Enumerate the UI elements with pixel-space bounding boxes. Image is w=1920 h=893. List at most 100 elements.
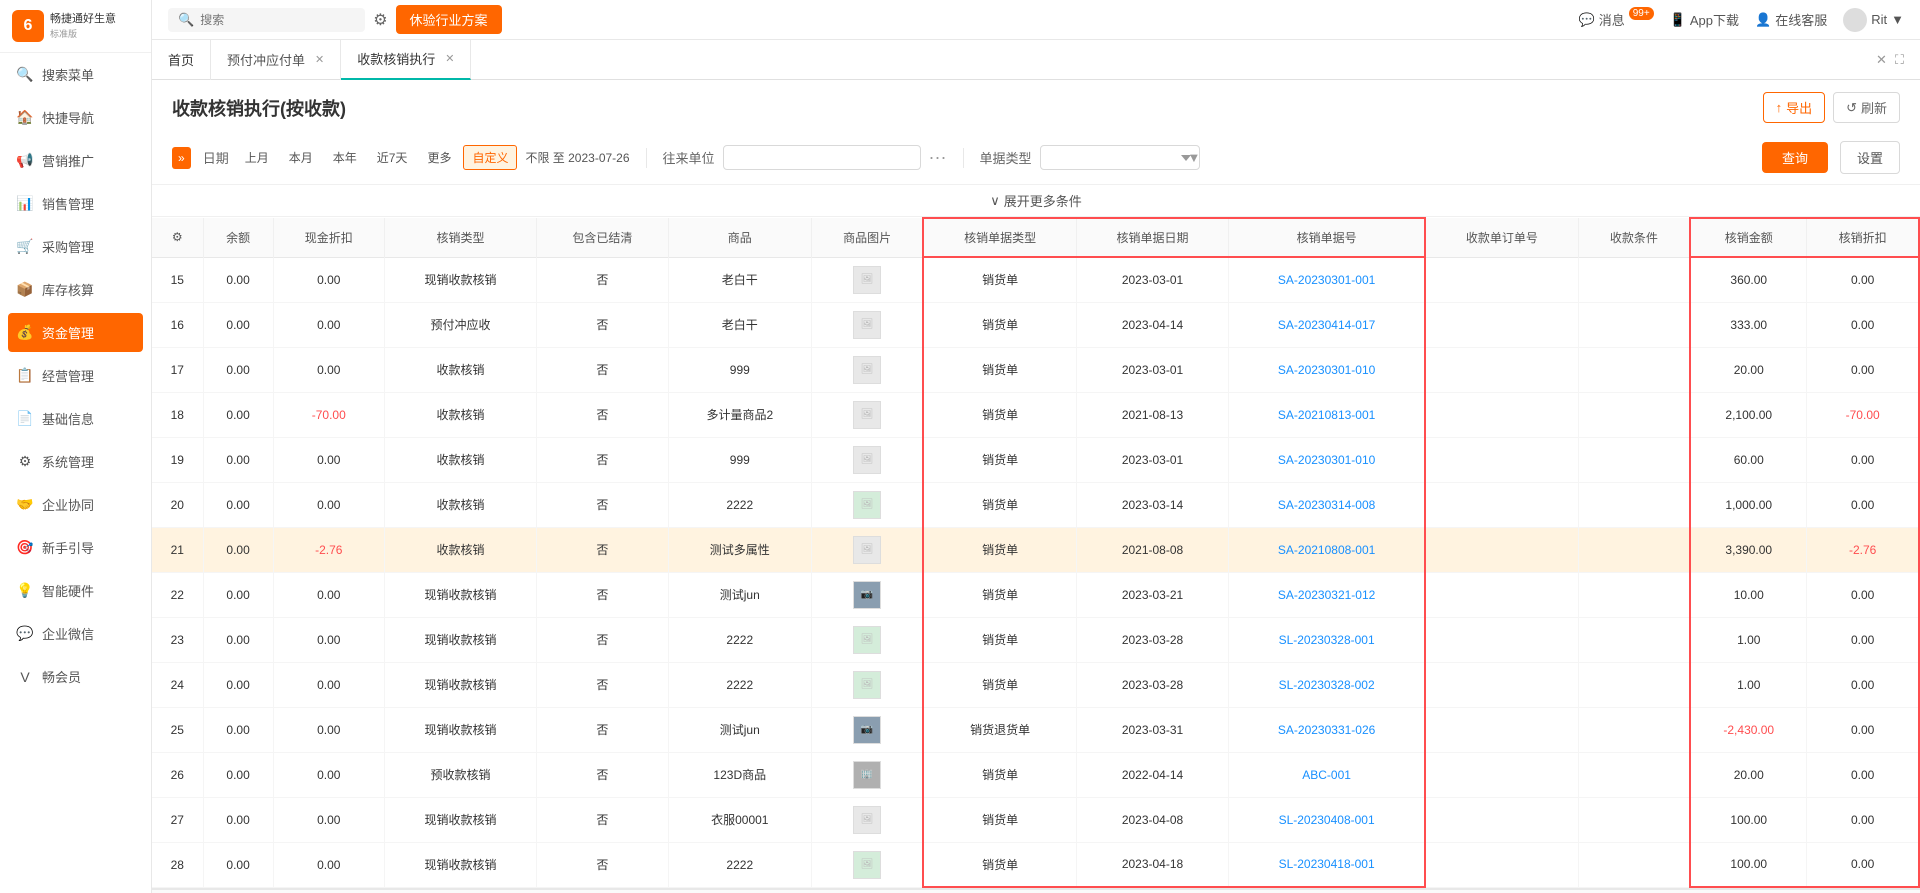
cell-cash-discount: 0.00 xyxy=(273,302,384,347)
tab-writeoff-close[interactable]: ✕ xyxy=(445,52,454,65)
setting-button[interactable]: 设置 xyxy=(1840,141,1900,174)
this-year-btn[interactable]: 本年 xyxy=(325,145,365,170)
cell-writeoff-doc-no-link[interactable]: SL-20230328-001 xyxy=(1279,633,1375,647)
app-name: 畅捷通好生意 xyxy=(50,12,116,26)
cell-writeoff-doc-no-link[interactable]: SA-20230301-010 xyxy=(1278,363,1375,377)
tab-home[interactable]: 首页 xyxy=(152,40,211,80)
cell-writeoff-doc-no-link[interactable]: SL-20230328-002 xyxy=(1279,678,1375,692)
sidebar-item-marketing[interactable]: 📢 营销推广 xyxy=(0,139,151,182)
search-input[interactable] xyxy=(200,13,355,27)
messages-button[interactable]: 💬 消息 99+ xyxy=(1579,10,1654,29)
tab-prepay[interactable]: 预付冲应付单 ✕ xyxy=(211,40,341,80)
sidebar-item-system[interactable]: ⚙ 系统管理 xyxy=(0,440,151,483)
more-date-btn[interactable]: 更多 xyxy=(419,145,459,170)
expand-button[interactable]: ∨ 展开更多条件 xyxy=(990,191,1082,210)
sidebar-item-search[interactable]: 🔍 搜索菜单 xyxy=(0,53,151,96)
unit-input[interactable] xyxy=(723,145,921,170)
sidebar-item-label: 销售管理 xyxy=(42,194,94,213)
close-all-icon[interactable]: ✕ xyxy=(1876,52,1887,68)
cell-writeoff-doc-date: 2023-03-28 xyxy=(1076,662,1228,707)
cell-writeoff-doc-no-link[interactable]: ABC-001 xyxy=(1302,768,1351,782)
cell-writeoff-doc-no: SA-20230314-008 xyxy=(1229,482,1426,527)
cell-receipt-order-no xyxy=(1425,527,1578,572)
cell-writeoff-doc-no-link[interactable]: SA-20230314-008 xyxy=(1278,498,1375,512)
cell-writeoff-type: 预付冲应收 xyxy=(384,302,536,347)
cell-include-settled: 否 xyxy=(537,302,669,347)
cell-goods: 2222 xyxy=(668,617,811,662)
sidebar-item-label: 新手引导 xyxy=(42,538,94,557)
cell-writeoff-amount: 1.00 xyxy=(1690,662,1807,707)
sidebar-item-label: 营销推广 xyxy=(42,151,94,170)
cell-receipt-order-no xyxy=(1425,437,1578,482)
sidebar-item-label: 系统管理 xyxy=(42,452,94,471)
cell-writeoff-discount: 0.00 xyxy=(1807,662,1919,707)
table-row: 160.000.00预付冲应收否老白干🖼销货单2023-04-14SA-2023… xyxy=(152,302,1919,347)
sidebar-item-hardware[interactable]: 💡 智能硬件 xyxy=(0,569,151,612)
cell-writeoff-doc-no-link[interactable]: SA-20230301-001 xyxy=(1278,273,1375,287)
sidebar-item-wechat[interactable]: 💬 企业微信 xyxy=(0,612,151,655)
table-row: 260.000.00预收款核销否123D商品🏢销货单2022-04-14ABC-… xyxy=(152,752,1919,797)
col-settings[interactable]: ⚙ xyxy=(152,218,203,257)
filter-toggle-button[interactable]: » xyxy=(172,147,191,169)
cell-writeoff-doc-type: 销货单 xyxy=(923,662,1076,707)
ellipsis-icon[interactable]: ··· xyxy=(929,147,947,168)
this-month-btn[interactable]: 本月 xyxy=(281,145,321,170)
sidebar-item-inventory[interactable]: 📦 库存核算 xyxy=(0,268,151,311)
sidebar-item-finance[interactable]: 💰 资金管理 xyxy=(8,313,143,352)
refresh-button[interactable]: ↺ 刷新 xyxy=(1833,92,1900,123)
sidebar-item-collab[interactable]: 🤝 企业协同 xyxy=(0,483,151,526)
cell-writeoff-doc-no-link[interactable]: SA-20230301-010 xyxy=(1278,453,1375,467)
cell-writeoff-doc-no-link[interactable]: SA-20230331-026 xyxy=(1278,723,1375,737)
gear-icon[interactable]: ⚙ xyxy=(373,10,387,30)
cell-writeoff-doc-no-link[interactable]: SL-20230418-001 xyxy=(1279,857,1375,871)
cell-writeoff-doc-type: 销货单 xyxy=(923,842,1076,887)
cell-receipt-condition xyxy=(1578,392,1690,437)
user-menu[interactable]: Rit ▼ xyxy=(1843,8,1904,32)
sidebar-item-quick-nav[interactable]: 🏠 快捷导航 xyxy=(0,96,151,139)
cell-writeoff-discount: -2.76 xyxy=(1807,527,1919,572)
cell-writeoff-doc-type: 销货单 xyxy=(923,797,1076,842)
cell-writeoff-doc-no-link[interactable]: SA-20210813-001 xyxy=(1278,408,1375,422)
tab-prepay-close[interactable]: ✕ xyxy=(315,53,324,66)
col-writeoff-discount: 核销折扣 xyxy=(1807,218,1919,257)
cell-writeoff-doc-no-link[interactable]: SA-20230414-017 xyxy=(1278,318,1375,332)
cell-writeoff-doc-no-link[interactable]: SA-20230321-012 xyxy=(1278,588,1375,602)
cell-writeoff-amount: 3,390.00 xyxy=(1690,527,1807,572)
sidebar-item-operation[interactable]: 📋 经营管理 xyxy=(0,354,151,397)
cell-writeoff-doc-type: 销货退货单 xyxy=(923,707,1076,752)
sidebar-item-member[interactable]: V 畅会员 xyxy=(0,655,151,698)
cell-writeoff-doc-no-link[interactable]: SA-20210808-001 xyxy=(1278,543,1375,557)
online-service-button[interactable]: 👤 在线客服 xyxy=(1755,10,1827,29)
cell-writeoff-doc-date: 2023-03-01 xyxy=(1076,437,1228,482)
sidebar-item-purchase[interactable]: 🛒 采购管理 xyxy=(0,225,151,268)
collab-icon: 🤝 xyxy=(16,496,34,514)
cell-receipt-condition xyxy=(1578,842,1690,887)
cell-no: 24 xyxy=(152,662,203,707)
sidebar-item-guide[interactable]: 🎯 新手引导 xyxy=(0,526,151,569)
table-container[interactable]: ⚙ 余额 现金折扣 核销类型 包含已结清 商品 商品图片 核销单据类型 核销单据… xyxy=(152,217,1920,893)
cell-receipt-order-no xyxy=(1425,572,1578,617)
marketing-icon: 📢 xyxy=(16,152,34,170)
sidebar-item-basic-info[interactable]: 📄 基础信息 xyxy=(0,397,151,440)
search-box[interactable]: 🔍 xyxy=(168,8,365,32)
sidebar-item-sales[interactable]: 📊 销售管理 xyxy=(0,182,151,225)
doctype-select[interactable] xyxy=(1040,145,1200,170)
query-button[interactable]: 查询 xyxy=(1762,142,1828,173)
last-month-btn[interactable]: 上月 xyxy=(237,145,277,170)
tab-writeoff[interactable]: 收款核销执行 ✕ xyxy=(341,40,471,80)
maximize-icon[interactable]: ⛶ xyxy=(1895,52,1904,68)
cell-writeoff-doc-no-link[interactable]: SL-20230408-001 xyxy=(1279,813,1375,827)
wechat-icon: 💬 xyxy=(16,625,34,643)
date-buttons: 上月 本月 本年 近7天 更多 自定义 xyxy=(237,145,518,170)
cell-writeoff-type: 收款核销 xyxy=(384,392,536,437)
cell-include-settled: 否 xyxy=(537,707,669,752)
industry-solution-button[interactable]: 休验行业方案 xyxy=(396,5,502,34)
last-7-days-btn[interactable]: 近7天 xyxy=(369,145,416,170)
cell-goods: 测试jun xyxy=(668,572,811,617)
date-range: 不限 至 2023-07-26 xyxy=(525,149,629,166)
cell-writeoff-doc-type: 销货单 xyxy=(923,437,1076,482)
custom-date-btn[interactable]: 自定义 xyxy=(463,145,517,170)
app-download-button[interactable]: 📱 App下载 xyxy=(1670,10,1739,29)
export-button[interactable]: ↑ 导出 xyxy=(1763,92,1826,123)
cell-receipt-condition xyxy=(1578,707,1690,752)
